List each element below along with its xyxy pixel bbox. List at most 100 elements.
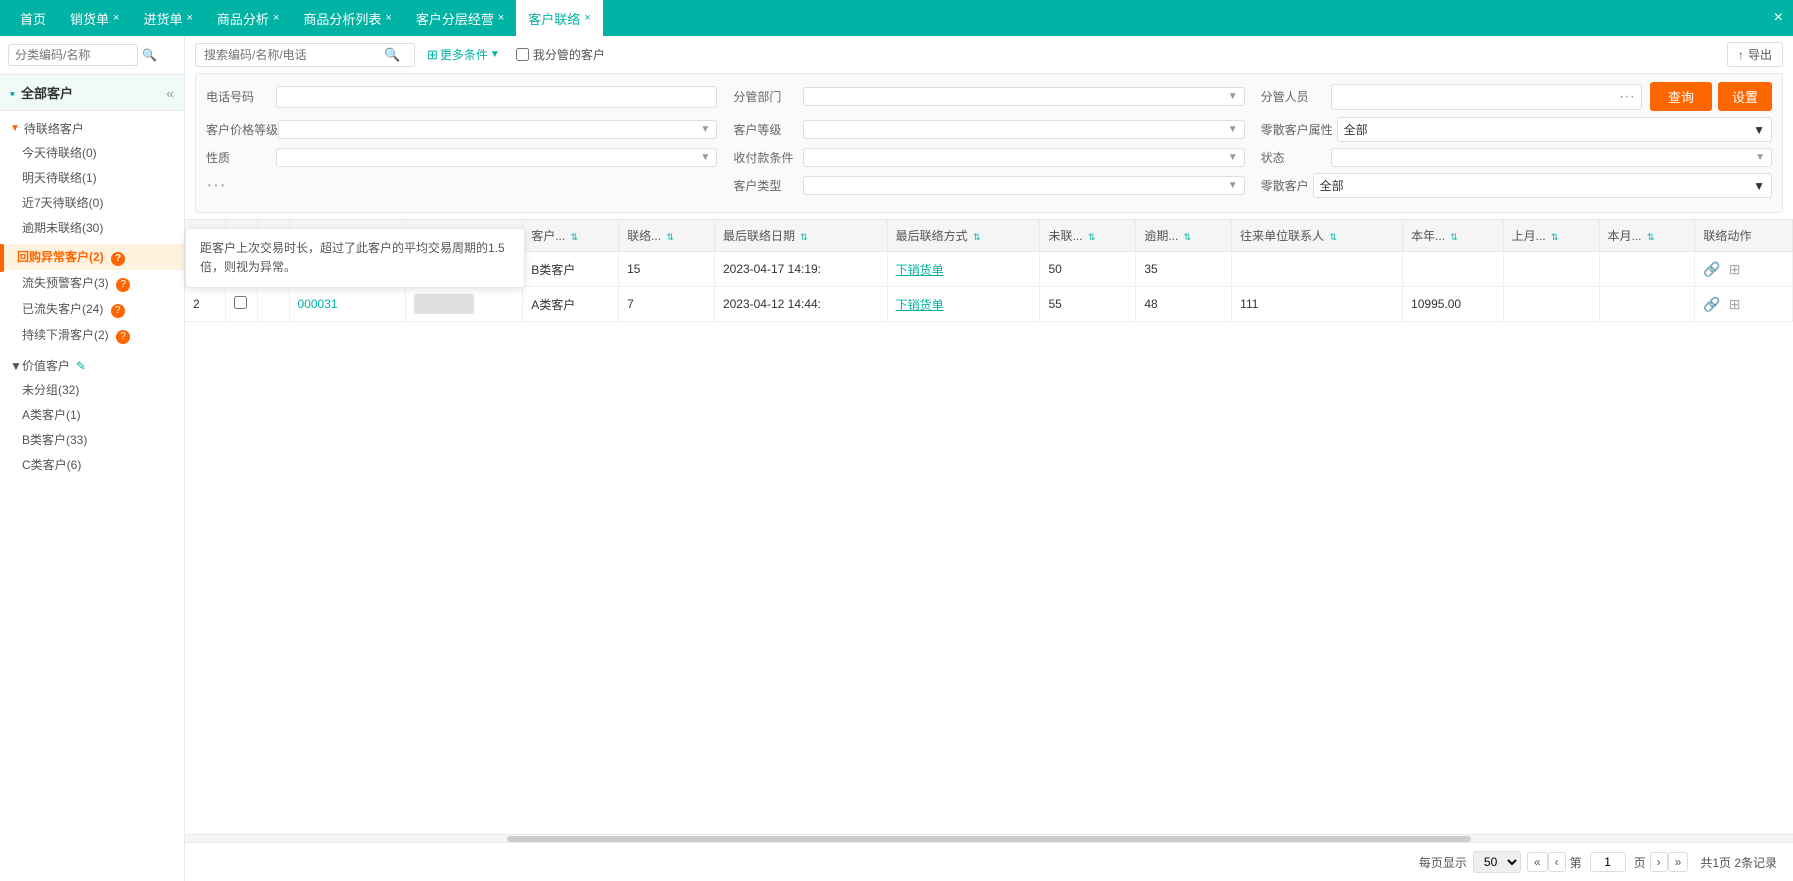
nav-customer-contact-close[interactable]: ×	[584, 12, 590, 24]
col-customer-type[interactable]: 客户... ⇅	[523, 220, 619, 252]
search-input[interactable]	[204, 48, 384, 62]
nav-customer-tier-close[interactable]: ×	[498, 12, 504, 24]
filter-grid-row4: ··· 客户类型 ▼ 零散客户 全部 ▼	[206, 173, 1772, 198]
nav-sales-order-close[interactable]: ×	[113, 12, 119, 24]
filter-retail-attr-select[interactable]: 全部 ▼	[1337, 117, 1772, 142]
col-overdue[interactable]: 逾期... ⇅	[1136, 220, 1232, 252]
sidebar-item-repurchase-abnormal[interactable]: 回购异常客户(2) ?	[0, 244, 184, 270]
cell-customer-code-2[interactable]: 000031	[289, 287, 406, 322]
nav-home[interactable]: 首页	[8, 0, 58, 36]
sidebar-item-7day-contact[interactable]: 近7天待联络(0)	[0, 190, 184, 215]
col-last-month[interactable]: 上月... ⇅	[1503, 220, 1599, 252]
nav-customer-tier[interactable]: 客户分层经营 ×	[404, 0, 516, 36]
settings-btn[interactable]: 设置	[1718, 82, 1772, 111]
nav-product-analysis-close[interactable]: ×	[273, 12, 279, 24]
sidebar-item-tomorrow-contact[interactable]: 明天待联络(1)	[0, 165, 184, 190]
filter-department-select[interactable]: ▼	[803, 87, 1244, 106]
filter-phone-input[interactable]	[276, 86, 717, 108]
action-link-icon-1[interactable]: 🔗	[1703, 261, 1720, 278]
sidebar-item-overdue-contact[interactable]: 逾期未联络(30)	[0, 215, 184, 240]
page-close-btn[interactable]: ×	[1774, 9, 1783, 27]
sort-icon-company: ⇅	[1330, 232, 1338, 242]
cell-checkbox-2[interactable]	[225, 287, 257, 322]
filter-customer-grade-select[interactable]: ▼	[803, 120, 1244, 139]
col-last-contact-date[interactable]: 最后联络日期 ⇅	[714, 220, 887, 252]
filter-status-select[interactable]: ▼	[1331, 148, 1772, 167]
top-nav: 首页 销货单 × 进货单 × 商品分析 × 商品分析列表 × 客户分层经营 × …	[0, 0, 1793, 36]
nav-sales-order[interactable]: 销货单 ×	[58, 0, 131, 36]
customer-name-blur-2	[414, 294, 474, 314]
col-uncontacted[interactable]: 未联... ⇅	[1040, 220, 1136, 252]
first-page-btn[interactable]: «	[1527, 852, 1548, 872]
filter-person-select[interactable]: ···	[1331, 84, 1642, 110]
filter-customer-grade: 客户等级 ▼	[733, 117, 1244, 142]
filter-customer-type-select[interactable]: ▼	[803, 176, 1244, 195]
col-contact[interactable]: 联络... ⇅	[619, 220, 715, 252]
row-checkbox-2[interactable]	[234, 296, 247, 309]
sidebar-item-today-contact[interactable]: 今天待联络(0)	[0, 140, 184, 165]
prev-page-btn[interactable]: ‹	[1548, 852, 1566, 872]
query-btn[interactable]: 查询	[1650, 82, 1712, 111]
cell-customer-type-2: A类客户	[523, 287, 619, 322]
sidebar-item-class-b[interactable]: B类客户(33)	[0, 427, 184, 452]
per-page-select[interactable]: 50	[1473, 851, 1521, 873]
action-grid-icon-1[interactable]: ⊞	[1729, 261, 1741, 278]
nav-purchase-order[interactable]: 进货单 ×	[131, 0, 204, 36]
contact-group-title[interactable]: ▼ 待联络客户	[0, 115, 184, 140]
churned-badge: ?	[111, 304, 125, 318]
nav-purchase-order-close[interactable]: ×	[186, 12, 192, 24]
nav-product-analysis-list-close[interactable]: ×	[385, 12, 391, 24]
search-icon[interactable]: 🔍	[384, 47, 400, 63]
value-group-title[interactable]: ▼ 价值客户 ✎	[0, 352, 184, 377]
action-grid-icon-2[interactable]: ⊞	[1729, 296, 1741, 313]
pagination-footer: 每页显示 50 « ‹ 第 1 页 › » 共1页 2条记录	[185, 842, 1793, 881]
more-conditions-btn[interactable]: ⊞ 更多条件 ▼	[427, 46, 500, 63]
sort-icon-uncontacted: ⇅	[1088, 232, 1096, 242]
horizontal-scrollbar[interactable]	[185, 834, 1793, 842]
info-badge: ?	[111, 252, 125, 266]
sidebar-item-declining[interactable]: 持续下滑客户(2) ?	[0, 322, 184, 348]
filter-retail-customer-select[interactable]: 全部 ▼	[1313, 173, 1772, 198]
nav-product-analysis[interactable]: 商品分析 ×	[205, 0, 291, 36]
sidebar-search-icon[interactable]: 🔍	[142, 48, 157, 62]
value-group-edit[interactable]: ✎	[76, 359, 86, 373]
col-this-month[interactable]: 本月... ⇅	[1599, 220, 1695, 252]
filter-nature-select[interactable]: ▼	[276, 148, 717, 167]
sidebar-search-input[interactable]	[8, 44, 138, 66]
cell-company-2: 111	[1232, 287, 1403, 322]
export-icon: ↑	[1738, 48, 1744, 62]
col-company-contact[interactable]: 往来单位联系人 ⇅	[1232, 220, 1403, 252]
cell-lastmonth-1	[1503, 252, 1599, 287]
filter-person: 分管人员 ··· 查询 设置	[1261, 82, 1772, 111]
sort-icon-thismonth: ⇅	[1647, 232, 1655, 242]
more-dots-icon[interactable]: ···	[1619, 88, 1635, 106]
sidebar-item-class-a[interactable]: A类客户(1)	[0, 402, 184, 427]
sidebar-item-churned[interactable]: 已流失客户(24) ?	[0, 296, 184, 322]
more-dots2[interactable]: ···	[206, 174, 226, 197]
sort-icon-contact: ⇅	[666, 232, 674, 242]
action-link-icon-2[interactable]: 🔗	[1703, 296, 1720, 313]
col-last-contact-method[interactable]: 最后联络方式 ⇅	[887, 220, 1040, 252]
my-customers-checkbox[interactable]	[516, 48, 529, 61]
sidebar-item-unclassified[interactable]: 未分组(32)	[0, 377, 184, 402]
cell-actions-1: 🔗 ⊞	[1695, 252, 1793, 287]
cell-overdue-1: 35	[1136, 252, 1232, 287]
sidebar-item-class-c[interactable]: C类客户(6)	[0, 452, 184, 477]
filter-payment-select[interactable]: ▼	[803, 148, 1244, 167]
sort-icon-method: ⇅	[973, 232, 981, 242]
next-page-btn[interactable]: ›	[1650, 852, 1668, 872]
col-this-year[interactable]: 本年... ⇅	[1403, 220, 1504, 252]
filter-payment: 收付款条件 ▼	[733, 148, 1244, 167]
page-number-input[interactable]: 1	[1590, 852, 1626, 872]
sidebar-collapse-btn[interactable]: «	[166, 85, 174, 101]
sidebar: 🔍 ▪ 全部客户 « ▼ 待联络客户 今天待联络(0) 明天待联络(1) 近7天…	[0, 36, 185, 881]
nav-customer-contact[interactable]: 客户联络 ×	[516, 0, 602, 36]
filter-price-level-select[interactable]: ▼	[278, 120, 717, 139]
export-btn[interactable]: ↑ 导出	[1727, 42, 1783, 67]
last-page-btn[interactable]: »	[1668, 852, 1689, 872]
nav-product-analysis-list[interactable]: 商品分析列表 ×	[291, 0, 403, 36]
sidebar-all-customers-header[interactable]: ▪ 全部客户 «	[0, 75, 184, 111]
contact-method-link-1[interactable]: 下销货单	[896, 263, 944, 277]
contact-method-link-2[interactable]: 下销货单	[896, 298, 944, 312]
sidebar-item-churn-warning[interactable]: 流失预警客户(3) ?	[0, 270, 184, 296]
